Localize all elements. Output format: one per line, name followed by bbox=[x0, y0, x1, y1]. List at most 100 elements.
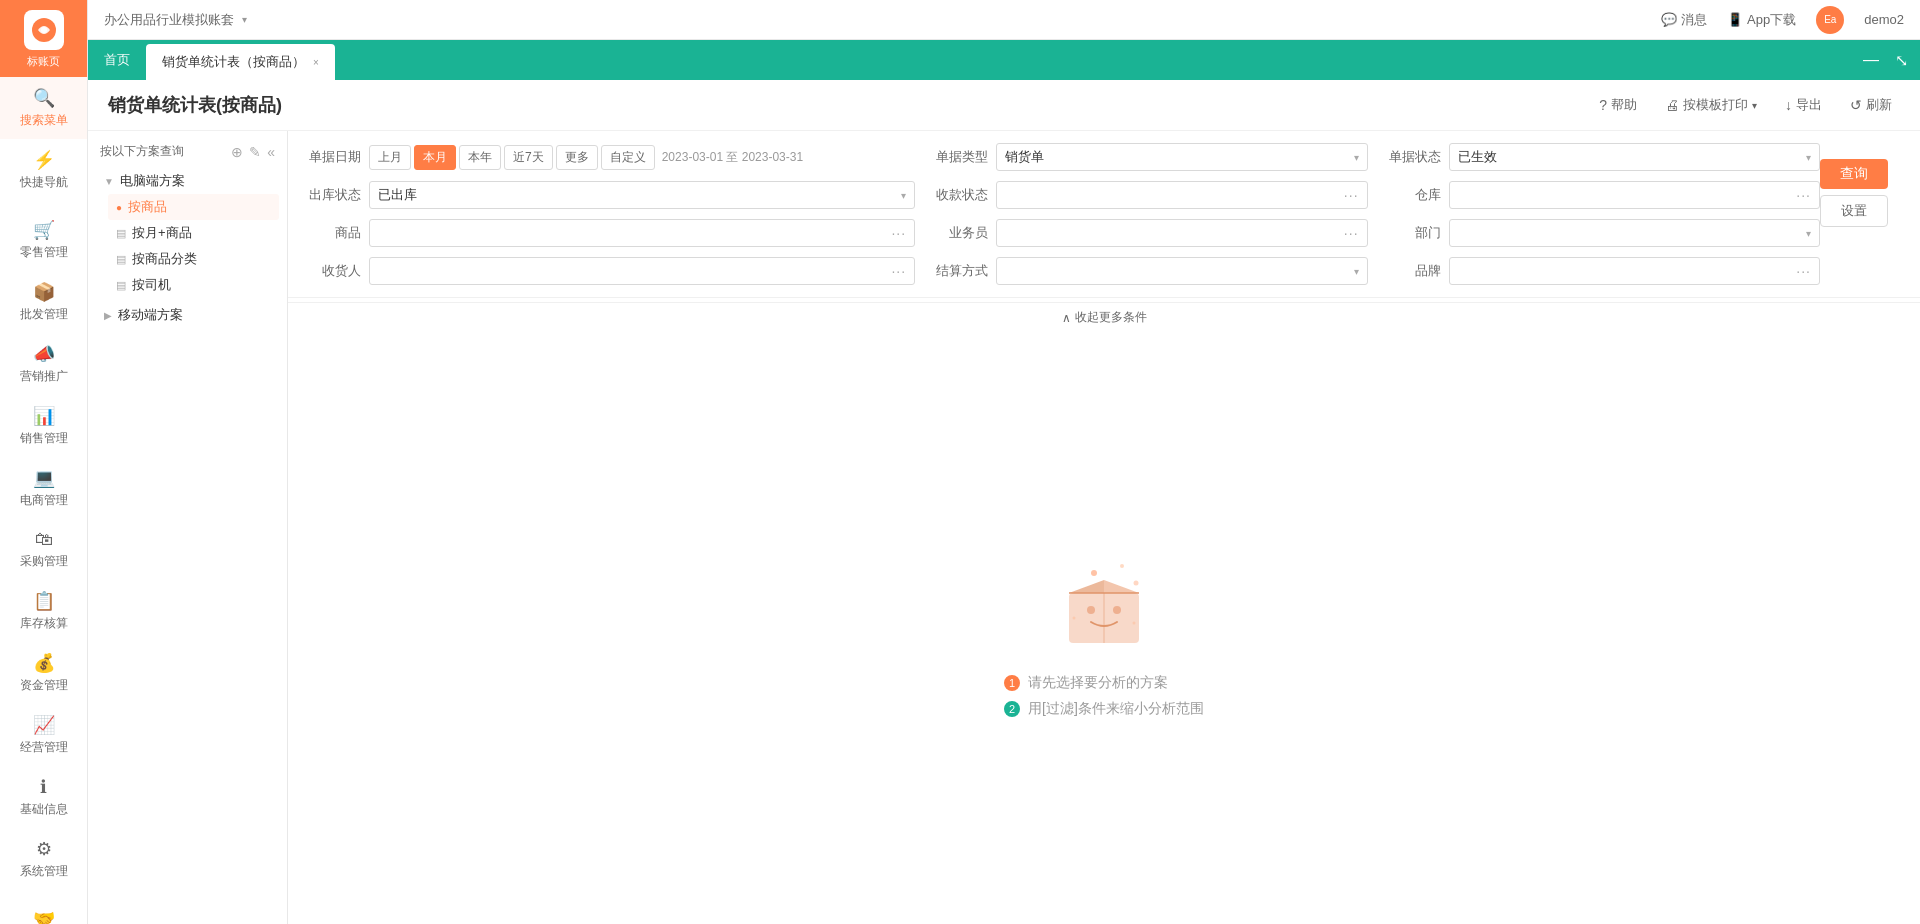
app-title-arrow[interactable]: ▾ bbox=[242, 14, 247, 25]
payment-select[interactable]: ··· bbox=[996, 181, 1367, 209]
sidebar-logo-text: 标账页 bbox=[27, 54, 60, 69]
help-btn[interactable]: ? 帮助 bbox=[1591, 92, 1645, 118]
page-header: 销货单统计表(按商品) ? 帮助 🖨 按模板打印 ▾ ↓ 导出 ↺ 刷新 bbox=[88, 80, 1920, 131]
collapse-panel-btn[interactable]: « bbox=[267, 144, 275, 160]
sidebar-item-search[interactable]: 🔍 搜索菜单 bbox=[0, 77, 87, 139]
print-btn[interactable]: 🖨 按模板打印 ▾ bbox=[1657, 92, 1765, 118]
tree-group-desktop[interactable]: ▼ 电脑端方案 bbox=[96, 168, 279, 194]
sidebar-item-marketing[interactable]: 📣 营销推广 bbox=[0, 333, 87, 395]
sidebar-item-enterprise[interactable]: 🤝 企业协同 bbox=[0, 898, 87, 924]
app-download-btn[interactable]: 📱 App下载 bbox=[1727, 11, 1796, 29]
receiver-select[interactable]: ··· bbox=[369, 257, 915, 285]
sidebar-item-system[interactable]: ⚙ 系统管理 bbox=[0, 828, 87, 890]
date-btn-this-month[interactable]: 本月 bbox=[414, 145, 456, 170]
marketing-icon: 📣 bbox=[33, 343, 55, 365]
filter-outstatus-field: 出库状态 已出库 ▾ bbox=[304, 181, 915, 209]
help-icon: ? bbox=[1599, 97, 1607, 113]
tree-group-mobile[interactable]: ▶ 移动端方案 bbox=[96, 302, 279, 328]
tab-maximize-btn[interactable]: ⤡ bbox=[1891, 47, 1912, 74]
sidebar-item-inventory-label: 库存核算 bbox=[20, 615, 68, 632]
doctype-label: 单据类型 bbox=[931, 148, 996, 166]
tip-num-1: 1 bbox=[1004, 675, 1020, 691]
sidebar-item-finance[interactable]: 💰 资金管理 bbox=[0, 642, 87, 704]
tree-item-by-category-label: 按商品分类 bbox=[132, 250, 197, 268]
department-arrow: ▾ bbox=[1806, 228, 1811, 239]
export-btn[interactable]: ↓ 导出 bbox=[1777, 92, 1830, 118]
date-btn-last-month[interactable]: 上月 bbox=[369, 145, 411, 170]
tree-item-by-goods[interactable]: ● 按商品 bbox=[108, 194, 279, 220]
docstatus-select[interactable]: 已生效 ▾ bbox=[1449, 143, 1820, 171]
filter-row-2: 出库状态 已出库 ▾ 收款状态 ··· bbox=[304, 181, 1820, 209]
sidebar-item-ecommerce[interactable]: 💻 电商管理 bbox=[0, 457, 87, 519]
filter-department-field: 部门 ▾ bbox=[1384, 219, 1820, 247]
sidebar-item-purchase-label: 采购管理 bbox=[20, 553, 68, 570]
date-btn-custom[interactable]: 自定义 bbox=[601, 145, 655, 170]
salesperson-dots: ··· bbox=[1344, 225, 1359, 241]
wholesale-icon: 📦 bbox=[33, 281, 55, 303]
outstatus-value: 已出库 bbox=[378, 186, 901, 204]
sidebar-item-inventory[interactable]: 📋 库存核算 bbox=[0, 580, 87, 642]
print-icon: 🖨 bbox=[1665, 97, 1679, 113]
sidebar-item-purchase[interactable]: 🛍 采购管理 bbox=[0, 519, 87, 580]
sidebar-item-quick-nav[interactable]: ⚡ 快捷导航 bbox=[0, 139, 87, 201]
message-btn[interactable]: 💬 消息 bbox=[1661, 11, 1707, 29]
query-btn[interactable]: 查询 bbox=[1820, 159, 1888, 189]
filter-date-field: 单据日期 上月 本月 本年 近7天 更多 自定义 2023-03-01 至 20… bbox=[304, 145, 915, 170]
tip-num-2: 2 bbox=[1004, 701, 1020, 717]
export-icon: ↓ bbox=[1785, 97, 1792, 113]
add-scheme-btn[interactable]: ⊕ bbox=[231, 144, 243, 160]
collapse-bar[interactable]: ∧ 收起更多条件 bbox=[288, 302, 1920, 332]
empty-state: 1 请先选择要分析的方案 2 用[过滤]条件来缩小分析范围 bbox=[288, 332, 1920, 924]
department-label: 部门 bbox=[1384, 224, 1449, 242]
empty-illustration bbox=[1044, 538, 1164, 658]
tree-arrow-desktop: ▼ bbox=[104, 176, 114, 187]
filter-row-1: 单据日期 上月 本月 本年 近7天 更多 自定义 2023-03-01 至 20… bbox=[304, 143, 1820, 171]
salesperson-select[interactable]: ··· bbox=[996, 219, 1367, 247]
sidebar-item-management[interactable]: 📈 经营管理 bbox=[0, 704, 87, 766]
ecommerce-icon: 💻 bbox=[33, 467, 55, 489]
sidebar-item-quick-nav-label: 快捷导航 bbox=[20, 174, 68, 191]
goods-select[interactable]: ··· bbox=[369, 219, 915, 247]
quick-nav-icon: ⚡ bbox=[33, 149, 55, 171]
tree-item-by-month-goods-label: 按月+商品 bbox=[132, 224, 192, 242]
svg-point-8 bbox=[1087, 606, 1095, 614]
brand-select[interactable]: ··· bbox=[1449, 257, 1820, 285]
receiver-dots: ··· bbox=[891, 263, 906, 279]
tab-close-icon[interactable]: × bbox=[313, 57, 319, 68]
inventory-icon: 📋 bbox=[33, 590, 55, 612]
sidebar-item-basic-info[interactable]: ℹ 基础信息 bbox=[0, 766, 87, 828]
tree-item-by-month-goods[interactable]: ▤ 按月+商品 bbox=[108, 220, 279, 246]
settings-btn[interactable]: 设置 bbox=[1820, 195, 1888, 227]
tree-item-by-category[interactable]: ▤ 按商品分类 bbox=[108, 246, 279, 272]
tree-group-desktop-label: 电脑端方案 bbox=[120, 172, 185, 190]
sidebar-item-retail[interactable]: 🛒 零售管理 bbox=[0, 209, 87, 271]
refresh-btn[interactable]: ↺ 刷新 bbox=[1842, 92, 1900, 118]
main-area: 办公用品行业模拟账套 ▾ 💬 消息 📱 App下载 Ea demo2 首页 销货… bbox=[88, 0, 1920, 924]
finance-icon: 💰 bbox=[33, 652, 55, 674]
tree-item-by-driver-label: 按司机 bbox=[132, 276, 171, 294]
user-avatar[interactable]: Ea bbox=[1816, 6, 1844, 34]
settlement-select[interactable]: ▾ bbox=[996, 257, 1367, 285]
export-label: 导出 bbox=[1796, 96, 1822, 114]
filter-warehouse-field: 仓库 ··· bbox=[1384, 181, 1820, 209]
tab-home[interactable]: 首页 bbox=[88, 40, 146, 80]
warehouse-select[interactable]: ··· bbox=[1449, 181, 1820, 209]
sidebar-item-wholesale[interactable]: 📦 批发管理 bbox=[0, 271, 87, 333]
sidebar-logo[interactable]: 标账页 bbox=[0, 0, 87, 77]
edit-scheme-btn[interactable]: ✎ bbox=[249, 144, 261, 160]
sidebar-item-sales[interactable]: 📊 销售管理 bbox=[0, 395, 87, 457]
date-btn-this-year[interactable]: 本年 bbox=[459, 145, 501, 170]
docstatus-value: 已生效 bbox=[1458, 148, 1806, 166]
print-label: 按模板打印 bbox=[1683, 96, 1748, 114]
tab-active-sales-stats[interactable]: 销货单统计表（按商品） × bbox=[146, 44, 335, 80]
top-header-left: 办公用品行业模拟账套 ▾ bbox=[104, 11, 247, 29]
search-buttons: 查询 设置 bbox=[1820, 143, 1904, 227]
department-select[interactable]: ▾ bbox=[1449, 219, 1820, 247]
date-btn-more[interactable]: 更多 bbox=[556, 145, 598, 170]
tree-item-by-driver[interactable]: ▤ 按司机 bbox=[108, 272, 279, 298]
doctype-select[interactable]: 销货单 ▾ bbox=[996, 143, 1367, 171]
date-btn-7days[interactable]: 近7天 bbox=[504, 145, 553, 170]
tab-minimize-btn[interactable]: — bbox=[1859, 47, 1883, 73]
empty-tip-2: 2 用[过滤]条件来缩小分析范围 bbox=[1004, 700, 1204, 718]
outstatus-select[interactable]: 已出库 ▾ bbox=[369, 181, 915, 209]
